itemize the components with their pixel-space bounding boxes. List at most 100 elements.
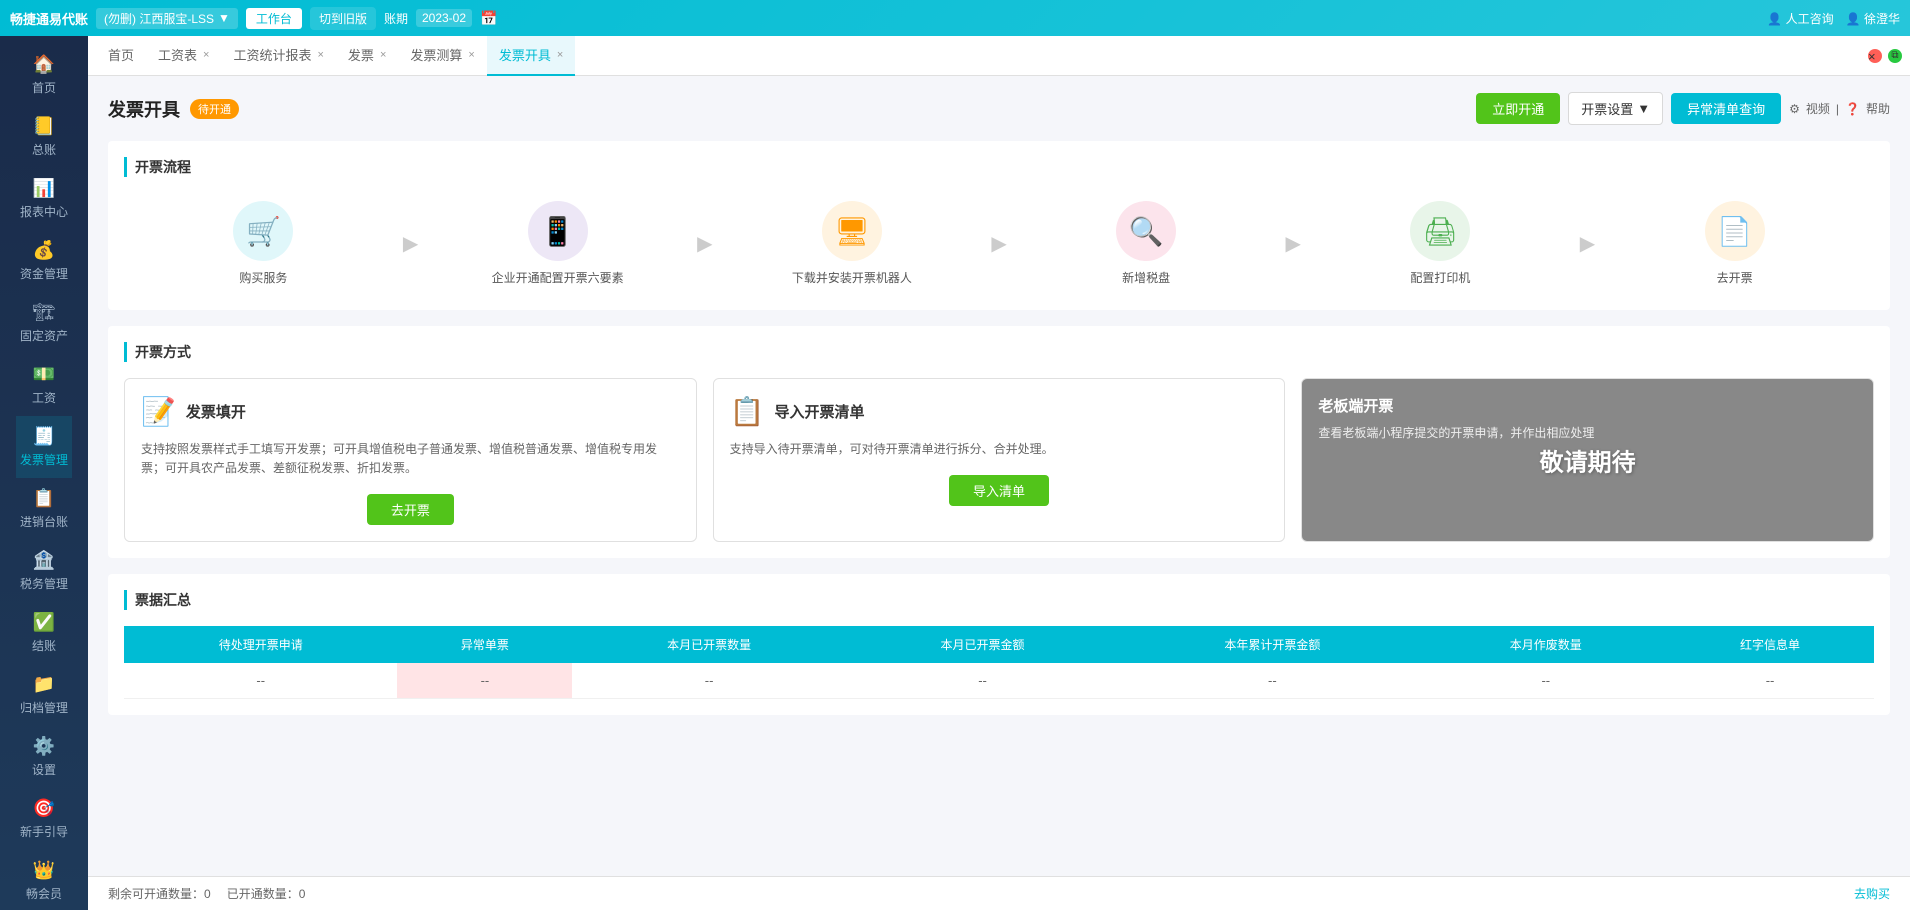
- manual-icon: 📝: [141, 395, 176, 428]
- sidebar-label-member: 畅会员: [26, 885, 62, 902]
- sidebar-label-reconcile: 结账: [32, 637, 56, 654]
- home-icon: 🏠: [33, 54, 55, 75]
- sidebar-item-invoice[interactable]: 🧾 发票管理: [16, 416, 72, 478]
- buy-link[interactable]: 去购买: [1854, 885, 1890, 902]
- sidebar-item-ledger[interactable]: 📒 总账: [16, 106, 72, 168]
- step-arrow: ▶: [1580, 231, 1595, 256]
- window-controls: × ⧉: [1868, 49, 1902, 63]
- tab-close-salary_report[interactable]: ×: [317, 49, 323, 61]
- buy-icon: 🛒: [233, 201, 293, 261]
- restore-btn[interactable]: ⧉: [1888, 49, 1902, 63]
- page-title: 发票开具: [108, 96, 180, 122]
- card-title-manual: 发票填开: [186, 401, 246, 422]
- config-icon: 📱: [528, 201, 588, 261]
- tab-close-invoice_mgr[interactable]: ×: [380, 49, 386, 61]
- remaining-quota: 剩余可开通数量：0: [108, 885, 211, 902]
- settings-icon: ⚙️: [33, 736, 55, 757]
- tab-label-invoice_calc: 发票测算: [410, 45, 462, 64]
- ledger-icon: 📒: [33, 116, 55, 137]
- sidebar-item-home[interactable]: 🏠 首页: [16, 44, 72, 106]
- summary-header-2: 本月已开票数量: [572, 626, 845, 663]
- main-area: 首页工资表×工资统计报表×发票×发票测算×发票开具× × ⧉ 发票开具 待开通 …: [88, 36, 1910, 910]
- sidebar-label-purchase: 进销台账: [20, 513, 68, 530]
- abnormal-query-button[interactable]: 异常清单查询: [1671, 93, 1781, 124]
- download-icon: 🖥: [822, 201, 882, 261]
- sidebar-item-salary[interactable]: 💵 工资: [16, 354, 72, 416]
- tab-invoice_mgr[interactable]: 发票 ×: [336, 36, 398, 76]
- sidebar-label-settings: 设置: [32, 761, 56, 778]
- open-now-button[interactable]: 立即开通: [1476, 93, 1560, 124]
- tab-label-invoice_mgr: 发票: [348, 45, 374, 64]
- tax-icon: 🏦: [33, 550, 55, 571]
- step-taxbox: 🔍 新增税盘: [1007, 201, 1286, 286]
- period-label: 账期: [384, 10, 408, 27]
- sidebar-item-archive[interactable]: 📁 归档管理: [16, 664, 72, 726]
- summary-header-4: 本年累计开票金额: [1119, 626, 1425, 663]
- step-config: 📱 企业开通配置开票六要素: [418, 201, 697, 286]
- sidebar-item-assets[interactable]: 🏗 固定资产: [16, 292, 72, 354]
- card-btn-manual[interactable]: 去开票: [367, 494, 454, 525]
- content-area: 发票开具 待开通 立即开通 开票设置 ▼ 异常清单查询 ⚙ 视频 | ❓: [88, 76, 1910, 876]
- calendar-icon[interactable]: 📅: [480, 10, 497, 27]
- view-options: ⚙ 视频 | ❓ 帮助: [1789, 100, 1890, 117]
- sidebar-item-settings[interactable]: ⚙️ 设置: [16, 726, 72, 788]
- sidebar-item-funds[interactable]: 💰 资金管理: [16, 230, 72, 292]
- tab-salary_table[interactable]: 工资表×: [146, 36, 221, 76]
- sidebar-item-purchase[interactable]: 📋 进销台账: [16, 478, 72, 540]
- workspace-button[interactable]: 工作台: [246, 8, 302, 29]
- process-section: 开票流程 🛒 购买服务 ▶ 📱 企业开通配置开票六要素 ▶ 🖥 下载并安装开票机…: [108, 141, 1890, 310]
- status-badge: 待开通: [190, 99, 239, 119]
- member-icon: 👑: [33, 860, 55, 881]
- period-value[interactable]: 2023-02: [416, 9, 472, 27]
- summary-header-0: 待处理开票申请: [124, 626, 397, 663]
- summary-cell-4: --: [1119, 663, 1425, 699]
- config-label: 企业开通配置开票六要素: [492, 269, 624, 286]
- user-avatar[interactable]: 👤 徐澄华: [1846, 10, 1900, 27]
- issue-label: 去开票: [1717, 269, 1753, 286]
- sidebar-item-member[interactable]: 👑 畅会员: [16, 850, 72, 910]
- tab-close-invoice_calc[interactable]: ×: [468, 49, 474, 61]
- old-platform-desc: 查看老板端小程序提交的开票申请，并作出相应处理: [1318, 424, 1857, 442]
- process-title: 开票流程: [124, 157, 1874, 177]
- purchase-icon: 📋: [33, 488, 55, 509]
- tab-invoice_calc[interactable]: 发票测算 ×: [398, 36, 486, 76]
- card-btn-import[interactable]: 导入清单: [949, 475, 1049, 506]
- card-header-manual: 📝 发票填开: [141, 395, 680, 428]
- method-card-import: 📋 导入开票清单 支持导入待开票清单，可对待开票清单进行拆分、合并处理。 导入清…: [713, 378, 1286, 542]
- method-section: 开票方式 📝 发票填开 支持按照发票样式手工填写开发票；可开具增值税电子普通发票…: [108, 326, 1890, 558]
- opened-quota: 已开通数量：0: [227, 885, 306, 902]
- buy-label: 购买服务: [239, 269, 287, 286]
- method-cards: 📝 发票填开 支持按照发票样式手工填写开发票；可开具增值税电子普通发票、增值税普…: [124, 378, 1874, 542]
- invoice-icon: 🧾: [33, 426, 55, 447]
- tab-invoice_open[interactable]: 发票开具×: [487, 36, 575, 76]
- sidebar-item-guide[interactable]: 🎯 新手引导: [16, 788, 72, 850]
- support-btn[interactable]: 👤 人工咨询: [1767, 10, 1833, 27]
- step-arrow: ▶: [697, 231, 712, 256]
- tab-close-invoice_open[interactable]: ×: [557, 49, 563, 61]
- printer-label: 配置打印机: [1410, 269, 1470, 286]
- process-steps: 🛒 购买服务 ▶ 📱 企业开通配置开票六要素 ▶ 🖥 下载并安装开票机器人 ▶ …: [124, 193, 1874, 294]
- summary-cell-3: --: [846, 663, 1119, 699]
- app-layout: 🏠 首页 📒 总账 📊 报表中心 💰 资金管理 🏗 固定资产 💵 工资 🧾 发票…: [0, 36, 1910, 910]
- sidebar-label-ledger: 总账: [32, 141, 56, 158]
- sidebar-item-reconcile[interactable]: ✅ 结账: [16, 602, 72, 664]
- close-btn[interactable]: ×: [1868, 49, 1882, 63]
- tab-close-salary_table[interactable]: ×: [203, 49, 209, 61]
- tab-salary_report[interactable]: 工资统计报表×: [221, 36, 335, 76]
- summary-cell-6: --: [1666, 663, 1874, 699]
- tab-label-home: 首页: [108, 45, 134, 64]
- summary-header-6: 红字信息单: [1666, 626, 1874, 663]
- step-arrow: ▶: [991, 231, 1006, 256]
- tab-home[interactable]: 首页: [96, 36, 146, 76]
- company-selector[interactable]: (勿删) 江西服宝-LSS ▼: [96, 8, 238, 29]
- sidebar-item-tax[interactable]: 🏦 税务管理: [16, 540, 72, 602]
- sidebar-label-reports: 报表中心: [20, 203, 68, 220]
- old-platform-title: 老板端开票: [1318, 395, 1857, 416]
- reconcile-icon: ✅: [33, 612, 55, 633]
- sidebar-item-reports[interactable]: 📊 报表中心: [16, 168, 72, 230]
- open-settings-button[interactable]: 开票设置 ▼: [1568, 92, 1663, 125]
- summary-table: 待处理开票申请异常单票本月已开票数量本月已开票金额本年累计开票金额本月作废数量红…: [124, 626, 1874, 699]
- summary-cell-1[interactable]: --: [397, 663, 572, 699]
- old-version-button[interactable]: 切到旧版: [310, 7, 376, 30]
- summary-header-5: 本月作废数量: [1426, 626, 1667, 663]
